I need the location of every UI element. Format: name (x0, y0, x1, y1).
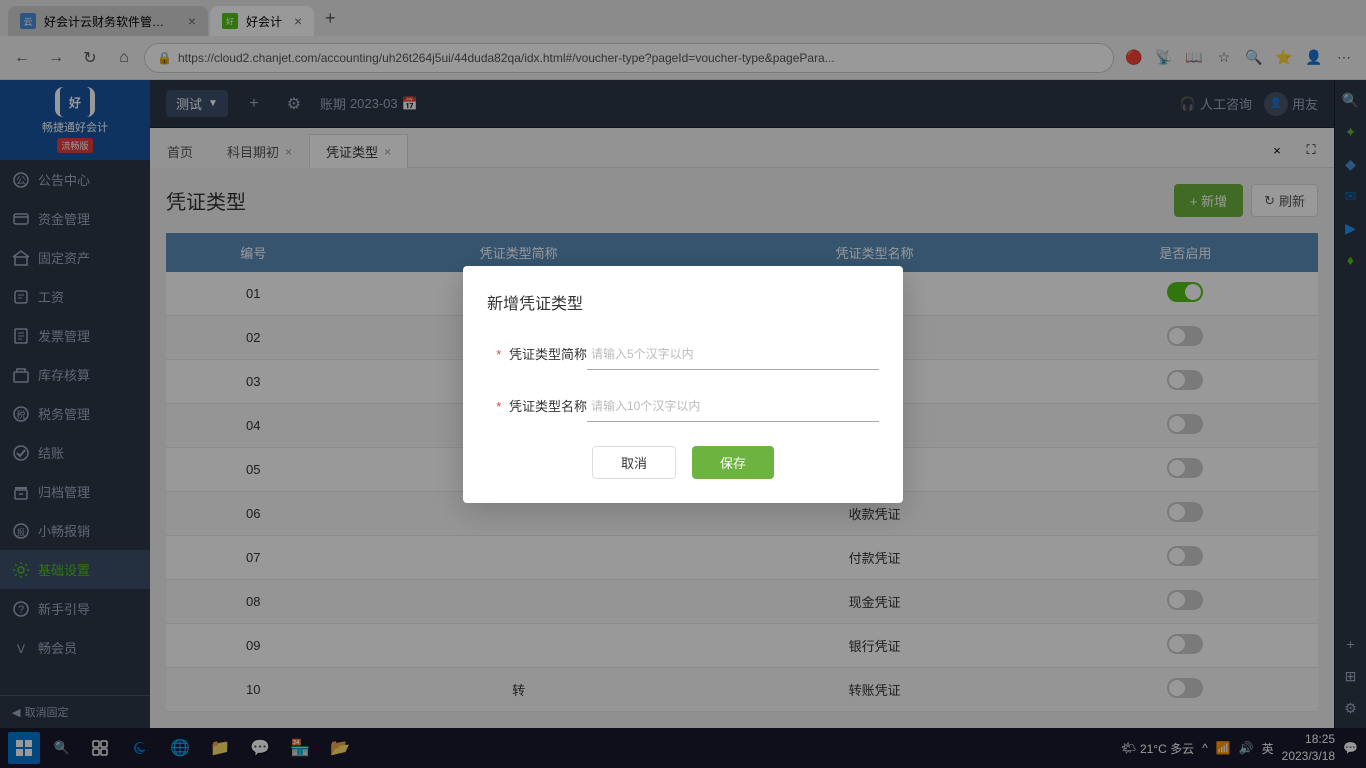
form-row-abbr: * 凭证类型简称 (487, 338, 879, 370)
form-name-label: * 凭证类型名称 (487, 396, 587, 415)
abbr-label-text: 凭证类型简称 (509, 347, 587, 362)
name-input[interactable] (587, 390, 879, 422)
save-button[interactable]: 保存 (692, 446, 774, 479)
add-voucher-modal: 新增凭证类型 * 凭证类型简称 * 凭证类型名称 取消 保存 (463, 266, 903, 503)
required-star-abbr: * (496, 347, 501, 362)
modal-title: 新增凭证类型 (487, 290, 879, 314)
modal-footer: 取消 保存 (487, 446, 879, 479)
form-row-name: * 凭证类型名称 (487, 390, 879, 422)
abbr-input[interactable] (587, 338, 879, 370)
cancel-button[interactable]: 取消 (592, 446, 676, 479)
required-star-name: * (496, 399, 501, 414)
modal-body: * 凭证类型简称 * 凭证类型名称 (487, 338, 879, 422)
form-abbr-label: * 凭证类型简称 (487, 344, 587, 363)
modal-overlay: 新增凭证类型 * 凭证类型简称 * 凭证类型名称 取消 保存 (0, 0, 1366, 768)
name-label-text: 凭证类型名称 (509, 399, 587, 414)
